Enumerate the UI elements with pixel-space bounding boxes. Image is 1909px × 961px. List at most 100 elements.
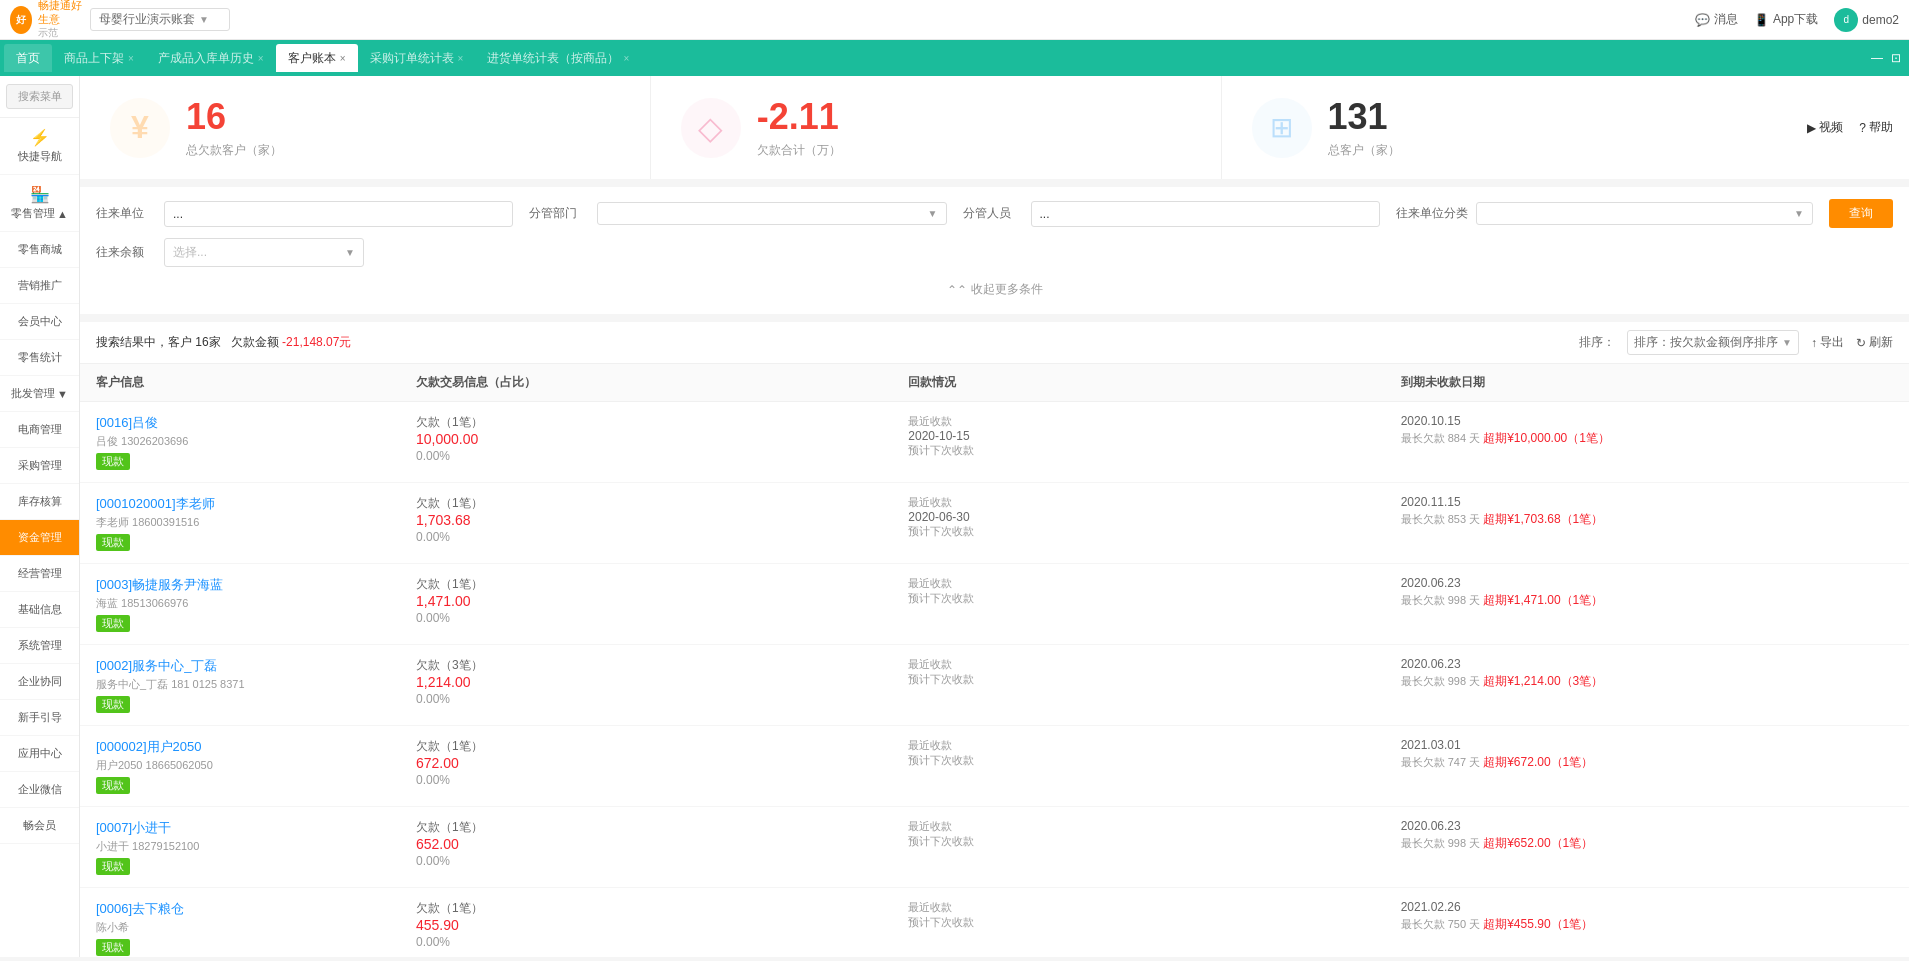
collection-cell: 最近收款 预计下次收款: [908, 900, 1400, 930]
sidebar-item-retail-mall[interactable]: 零售商城: [0, 232, 79, 268]
tab-purchase-order[interactable]: 采购订单统计表 ×: [358, 44, 476, 72]
sidebar-item-operations[interactable]: 经营管理: [0, 556, 79, 592]
app-download-button[interactable]: 📱 App下载: [1754, 11, 1818, 28]
due-date-cell: 2021.03.01 最长欠款 747 天 超期¥672.00（1笔）: [1401, 738, 1893, 771]
dept-select[interactable]: ▼: [597, 202, 946, 225]
industry-selector[interactable]: 母婴行业演示账套 ▼: [90, 8, 230, 31]
overdue-link[interactable]: 超期¥1,214.00（3笔）: [1483, 674, 1603, 688]
sidebar-item-retail-stats[interactable]: 零售统计: [0, 340, 79, 376]
overdue-link[interactable]: 超期¥652.00（1笔）: [1483, 836, 1593, 850]
customer-name-link[interactable]: [0006]去下粮仓: [96, 900, 416, 918]
search-menu-button[interactable]: 搜索菜单: [6, 84, 73, 109]
customer-name-link[interactable]: [0007]小进干: [96, 819, 416, 837]
close-icon[interactable]: ×: [623, 53, 629, 64]
balance-label: 往来余额: [96, 244, 156, 261]
sidebar-item-vip-member[interactable]: 畅会员: [0, 808, 79, 844]
overdue-days: 最长欠款 747 天 超期¥672.00（1笔）: [1401, 754, 1893, 771]
sidebar-item-member-center[interactable]: 会员中心: [0, 304, 79, 340]
sidebar-item-purchase[interactable]: 采购管理: [0, 448, 79, 484]
sidebar-item-inventory[interactable]: 库存核算: [0, 484, 79, 520]
customer-info: 服务中心_丁磊 181 0125 8371: [96, 677, 416, 692]
table-row: [0003]畅捷服务尹海蓝 海蓝 18513066976 现款 欠款（1笔） 1…: [80, 564, 1909, 645]
debt-percent: 0.00%: [416, 935, 908, 949]
customer-name-link[interactable]: [0002]服务中心_丁磊: [96, 657, 416, 675]
collection-cell: 最近收款 预计下次收款: [908, 819, 1400, 849]
last-collection-date: 2020-06-30: [908, 510, 1400, 524]
chevron-down-icon: ▼: [199, 14, 209, 25]
export-button[interactable]: ↑ 导出: [1811, 334, 1844, 351]
filter-unit-category: 往来单位分类 ▼: [1396, 202, 1813, 225]
window-maximize-icon[interactable]: ⊡: [1891, 51, 1901, 65]
window-minimize-icon[interactable]: —: [1871, 51, 1883, 65]
tab-product-list[interactable]: 商品上下架 ×: [52, 44, 146, 72]
sidebar-item-enterprise-wechat[interactable]: 企业微信: [0, 772, 79, 808]
tab-home[interactable]: 首页: [4, 44, 52, 72]
chevron-down-icon: ▼: [345, 247, 355, 258]
sidebar-item-basic-info[interactable]: 基础信息: [0, 592, 79, 628]
debt-desc: 欠款（3笔）: [416, 657, 908, 674]
overdue-link[interactable]: 超期¥672.00（1笔）: [1483, 755, 1593, 769]
user-profile[interactable]: d demo2: [1834, 8, 1899, 32]
next-collection-label: 预计下次收款: [908, 915, 1400, 930]
collection-cell: 最近收款 预计下次收款: [908, 738, 1400, 768]
help-button[interactable]: ? 帮助: [1859, 119, 1893, 136]
video-help-button[interactable]: ▶ 视频: [1807, 119, 1843, 136]
customer-name-link[interactable]: [0016]吕俊: [96, 414, 416, 432]
close-icon[interactable]: ×: [258, 53, 264, 64]
stat-card-debt-total: ◇ -2.11 欠款合计（万）: [651, 76, 1222, 179]
customer-name-link[interactable]: [0003]畅捷服务尹海蓝: [96, 576, 416, 594]
sidebar-search-area: 搜索菜单: [0, 76, 79, 118]
debt-desc: 欠款（1笔）: [416, 495, 908, 512]
sidebar-item-ecommerce[interactable]: 电商管理: [0, 412, 79, 448]
overdue-link[interactable]: 超期¥1,471.00（1笔）: [1483, 593, 1603, 607]
sidebar-item-retail-management[interactable]: 🏪 零售管理 ▲: [0, 175, 79, 232]
overdue-link[interactable]: 超期¥455.90（1笔）: [1483, 917, 1593, 931]
sidebar-item-enterprise-collab[interactable]: 企业协同: [0, 664, 79, 700]
overdue-link[interactable]: 超期¥10,000.00（1笔）: [1483, 431, 1610, 445]
balance-select[interactable]: 选择... ▼: [164, 238, 364, 267]
close-icon[interactable]: ×: [458, 53, 464, 64]
overdue-link[interactable]: 超期¥1,703.68（1笔）: [1483, 512, 1603, 526]
table-row: [0007]小进干 小进干 18279152100 现款 欠款（1笔） 652.…: [80, 807, 1909, 888]
refresh-button[interactable]: ↻ 刷新: [1856, 334, 1893, 351]
unit-category-select[interactable]: ▼: [1476, 202, 1813, 225]
sidebar-item-app-center[interactable]: 应用中心: [0, 736, 79, 772]
sidebar-item-quick-nav[interactable]: ⚡ 快捷导航: [0, 118, 79, 175]
sort-select[interactable]: 排序：按欠款金额倒序排序 ▼: [1627, 330, 1799, 355]
tab-purchase-stats[interactable]: 进货单统计表（按商品） ×: [475, 44, 641, 72]
due-date-cell: 2020.06.23 最长欠款 998 天 超期¥652.00（1笔）: [1401, 819, 1893, 852]
sidebar-item-finance[interactable]: 资金管理: [0, 520, 79, 556]
due-date: 2021.03.01: [1401, 738, 1893, 752]
from-unit-input[interactable]: ...: [164, 201, 513, 227]
customer-name-link[interactable]: [000002]用户2050: [96, 738, 416, 756]
customer-name-link[interactable]: [0001020001]李老师: [96, 495, 416, 513]
results-actions: 排序： 排序：按欠款金额倒序排序 ▼ ↑ 导出 ↻ 刷新: [1579, 330, 1893, 355]
debt-cell: 欠款（1笔） 652.00 0.00%: [416, 819, 908, 868]
debt-cell: 欠款（1笔） 1,471.00 0.00%: [416, 576, 908, 625]
debt-total-value: -2.11: [757, 96, 841, 138]
tab-product-history[interactable]: 产成品入库单历史 ×: [146, 44, 276, 72]
debt-desc: 欠款（1笔）: [416, 738, 908, 755]
debt-percent: 0.00%: [416, 692, 908, 706]
status-badge: 现款: [96, 939, 130, 956]
query-button[interactable]: 查询: [1829, 199, 1893, 228]
manager-input[interactable]: ...: [1031, 201, 1380, 227]
sidebar-item-system[interactable]: 系统管理: [0, 628, 79, 664]
customer-info: 海蓝 18513066976: [96, 596, 416, 611]
next-collection-label: 预计下次收款: [908, 591, 1400, 606]
status-badge: 现款: [96, 696, 130, 713]
close-icon[interactable]: ×: [340, 53, 346, 64]
due-date-cell: 2020.06.23 最长欠款 998 天 超期¥1,214.00（3笔）: [1401, 657, 1893, 690]
last-collection-label: 最近收款: [908, 414, 1400, 429]
debt-percent: 0.00%: [416, 854, 908, 868]
sidebar-item-new-guide[interactable]: 新手引导: [0, 700, 79, 736]
collapse-button[interactable]: ⌃⌃ 收起更多条件: [947, 281, 1043, 298]
close-icon[interactable]: ×: [128, 53, 134, 64]
message-button[interactable]: 💬 消息: [1695, 11, 1738, 28]
chevron-icon: ▼: [57, 388, 68, 400]
sidebar-item-batch-management[interactable]: 批发管理 ▼: [0, 376, 79, 412]
table-row: [0016]吕俊 吕俊 13026203696 现款 欠款（1笔） 10,000…: [80, 402, 1909, 483]
sidebar-item-marketing[interactable]: 营销推广: [0, 268, 79, 304]
total-customers-icon: ⊞: [1252, 98, 1312, 158]
tab-customer-account[interactable]: 客户账本 ×: [276, 44, 358, 72]
